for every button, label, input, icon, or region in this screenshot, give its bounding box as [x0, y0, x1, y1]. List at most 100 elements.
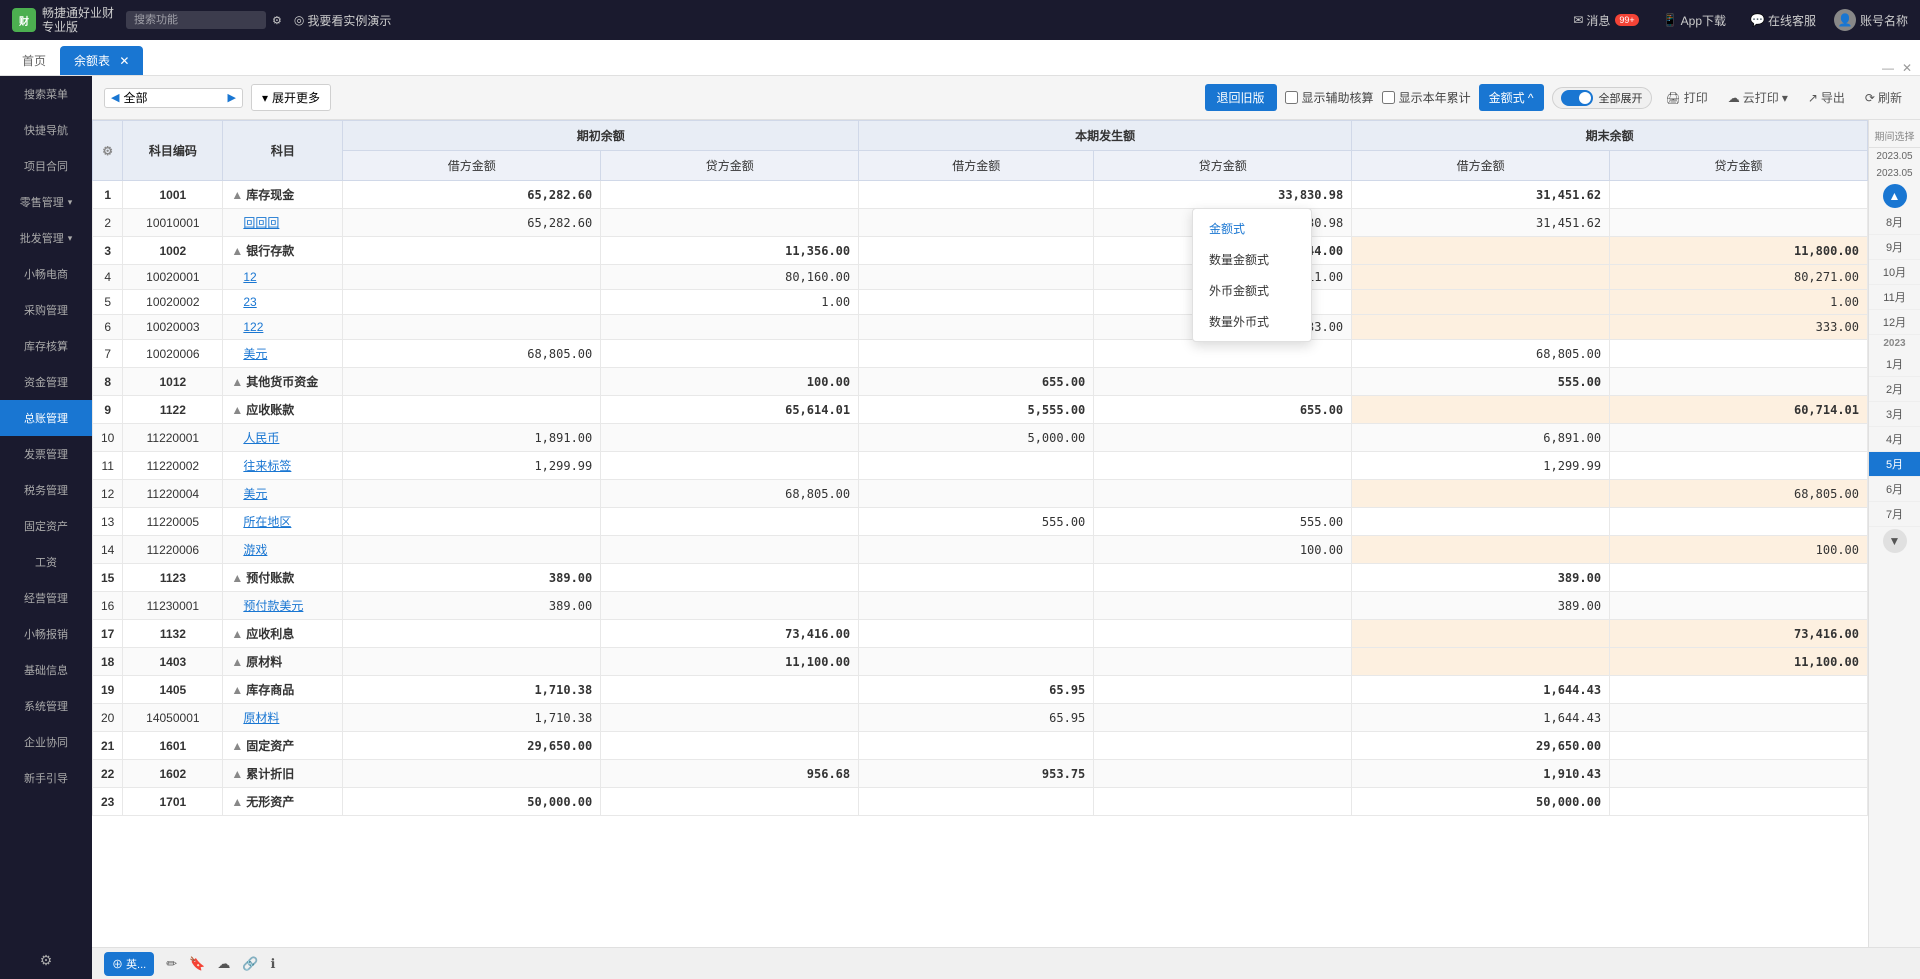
- sidebar-item-project[interactable]: 项目合同: [0, 148, 92, 184]
- subject-search-input[interactable]: [123, 91, 223, 105]
- row-code[interactable]: 1405: [123, 676, 223, 704]
- date-item-7[interactable]: 7月: [1869, 502, 1920, 527]
- row-code[interactable]: 14050001: [123, 704, 223, 732]
- date-item-4[interactable]: 4月: [1869, 427, 1920, 452]
- sidebar-item-cooperation[interactable]: 企业协同: [0, 724, 92, 760]
- sidebar-item-quicknav[interactable]: 快捷导航: [0, 112, 92, 148]
- sidebar-item-inventory[interactable]: 库存核算: [0, 328, 92, 364]
- tab-balance-sheet[interactable]: 余额表 ✕: [60, 46, 143, 75]
- dropdown-item-quantity-amount[interactable]: 数量金额式: [1193, 244, 1311, 275]
- sidebar-item-retail[interactable]: 零售管理 ▾: [0, 184, 92, 220]
- date-item-8[interactable]: 8月: [1869, 210, 1920, 235]
- row-code[interactable]: 11230001: [123, 592, 223, 620]
- date-item-11[interactable]: 11月: [1869, 285, 1920, 310]
- row-code[interactable]: 10020001: [123, 265, 223, 290]
- row-expand-icon[interactable]: ▲: [231, 403, 243, 417]
- expand-all-toggle[interactable]: 全部展开: [1552, 87, 1652, 109]
- subject-link[interactable]: 预付款美元: [243, 599, 303, 613]
- sidebar-item-salary[interactable]: 工资: [0, 544, 92, 580]
- row-code[interactable]: 11220004: [123, 480, 223, 508]
- message-button[interactable]: ✉ 消息 99+: [1567, 9, 1644, 32]
- show-aid-checkbox[interactable]: 显示辅助核算: [1285, 89, 1374, 106]
- row-code[interactable]: 10010001: [123, 209, 223, 237]
- date-item-10[interactable]: 10月: [1869, 260, 1920, 285]
- date-nav-up[interactable]: ▲: [1883, 184, 1907, 208]
- row-code[interactable]: 1602: [123, 760, 223, 788]
- sidebar-item-system[interactable]: 系统管理: [0, 688, 92, 724]
- minimize-icon[interactable]: —: [1882, 61, 1894, 75]
- toggle-track[interactable]: [1561, 90, 1593, 106]
- row-expand-icon[interactable]: ▲: [231, 571, 243, 585]
- subject-link[interactable]: 美元: [243, 347, 267, 361]
- date-item-3[interactable]: 3月: [1869, 402, 1920, 427]
- status-info-icon[interactable]: ℹ: [271, 956, 276, 972]
- sidebar-item-wholesale[interactable]: 批发管理 ▾: [0, 220, 92, 256]
- row-code[interactable]: 1123: [123, 564, 223, 592]
- row-code[interactable]: 11220006: [123, 536, 223, 564]
- date-item-5[interactable]: 5月: [1869, 452, 1920, 477]
- row-code[interactable]: 10020002: [123, 290, 223, 315]
- row-code[interactable]: 1403: [123, 648, 223, 676]
- date-nav-down[interactable]: ▼: [1883, 529, 1907, 553]
- row-code[interactable]: 1132: [123, 620, 223, 648]
- row-code[interactable]: 11220005: [123, 508, 223, 536]
- expand-more-button[interactable]: ▾ 展开更多: [251, 84, 331, 111]
- date-item-12[interactable]: 12月: [1869, 310, 1920, 335]
- row-expand-icon[interactable]: ▲: [231, 375, 243, 389]
- row-expand-icon[interactable]: ▲: [231, 655, 243, 669]
- date-item-6[interactable]: 6月: [1869, 477, 1920, 502]
- sidebar-item-management[interactable]: 经营管理: [0, 580, 92, 616]
- app-download-button[interactable]: 📱 App下载: [1657, 9, 1732, 32]
- cloud-print-button[interactable]: ☁ 云打印 ▾: [1722, 85, 1794, 110]
- date-item-2[interactable]: 2月: [1869, 377, 1920, 402]
- status-bookmark-icon[interactable]: 🔖: [189, 956, 205, 972]
- sidebar-item-reimbursement[interactable]: 小畅报销: [0, 616, 92, 652]
- gear-button[interactable]: ⚙: [266, 11, 288, 30]
- demo-button[interactable]: ◎ 我要看实例演示: [288, 9, 398, 32]
- dropdown-item-amount[interactable]: 金额式: [1193, 213, 1311, 244]
- sidebar-item-invoice[interactable]: 发票管理: [0, 436, 92, 472]
- online-service-button[interactable]: 💬 在线客服: [1744, 9, 1822, 32]
- row-expand-icon[interactable]: ▲: [231, 767, 243, 781]
- sidebar-item-assets[interactable]: 固定资产: [0, 508, 92, 544]
- row-expand-icon[interactable]: ▲: [231, 683, 243, 697]
- row-code[interactable]: 11220001: [123, 424, 223, 452]
- print-button[interactable]: 🖨 打印: [1660, 85, 1714, 110]
- row-expand-icon[interactable]: ▲: [231, 627, 243, 641]
- row-code[interactable]: 10020006: [123, 340, 223, 368]
- close-icon[interactable]: ✕: [1902, 61, 1912, 75]
- row-code[interactable]: 1012: [123, 368, 223, 396]
- export-button[interactable]: ↗ 导出: [1802, 85, 1851, 110]
- row-code[interactable]: 1701: [123, 788, 223, 816]
- sidebar-item-tax[interactable]: 税务管理: [0, 472, 92, 508]
- sidebar-item-funds[interactable]: 资金管理: [0, 364, 92, 400]
- sidebar-item-ledger[interactable]: 总账管理: [0, 400, 92, 436]
- row-expand-icon[interactable]: ▲: [231, 244, 243, 258]
- amount-style-button[interactable]: 金额式 ^: [1479, 84, 1544, 111]
- row-code[interactable]: 1001: [123, 181, 223, 209]
- row-code[interactable]: 1122: [123, 396, 223, 424]
- settings-icon[interactable]: ⚙: [102, 144, 113, 158]
- row-expand-icon[interactable]: ▲: [231, 188, 243, 202]
- status-link-icon[interactable]: 🔗: [242, 956, 258, 972]
- row-code[interactable]: 11220002: [123, 452, 223, 480]
- left-arrow-icon[interactable]: ◀: [111, 91, 119, 104]
- sidebar-item-guide[interactable]: 新手引导: [0, 760, 92, 796]
- status-cloud-icon[interactable]: ☁: [217, 956, 230, 972]
- date-item-9[interactable]: 9月: [1869, 235, 1920, 260]
- subject-link[interactable]: 122: [243, 320, 263, 334]
- subject-link[interactable]: 往来标签: [243, 459, 291, 473]
- dropdown-item-quantity-foreign[interactable]: 数量外币式: [1193, 306, 1311, 337]
- return-old-version-button[interactable]: 退回旧版: [1205, 84, 1277, 111]
- subject-link[interactable]: 游戏: [243, 543, 267, 557]
- row-expand-icon[interactable]: ▲: [231, 795, 243, 809]
- subject-link[interactable]: 人民币: [243, 431, 279, 445]
- sidebar-item-basic[interactable]: 基础信息: [0, 652, 92, 688]
- row-code[interactable]: 1002: [123, 237, 223, 265]
- sidebar-item-purchase[interactable]: 采购管理: [0, 292, 92, 328]
- row-expand-icon[interactable]: ▲: [231, 739, 243, 753]
- sidebar-item-ecommerce[interactable]: 小畅电商: [0, 256, 92, 292]
- status-edit-icon[interactable]: ✏: [166, 956, 177, 972]
- row-code[interactable]: 1601: [123, 732, 223, 760]
- sidebar-item-search[interactable]: 搜索菜单: [0, 76, 92, 112]
